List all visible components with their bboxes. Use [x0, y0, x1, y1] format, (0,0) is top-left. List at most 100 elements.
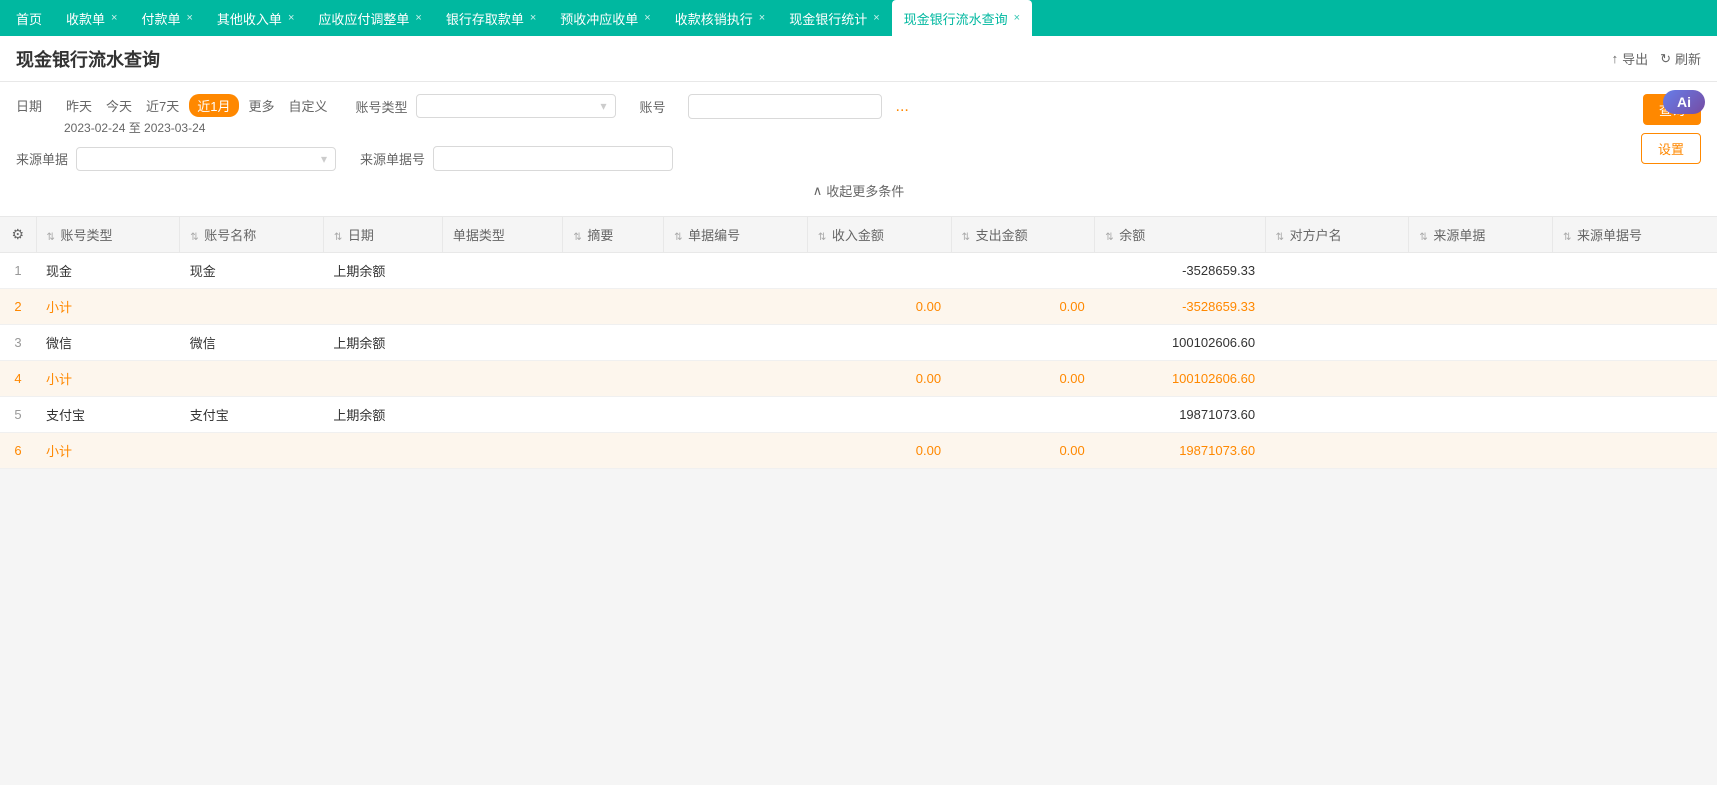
th-doc-type-label: 单据类型	[453, 228, 505, 243]
table-cell: 0.00	[807, 289, 951, 325]
table-row[interactable]: 1现金现金上期余额-3528659.33	[0, 253, 1717, 289]
account-type-select[interactable]: ▾	[416, 94, 616, 118]
nav-tab-3[interactable]: 应收应付调整单 ×	[306, 0, 433, 36]
table-container: ⚙ ⇅ 账号类型 ⇅ 账号名称 ⇅ 日期 单据类型 ⇅	[0, 217, 1717, 469]
nav-tab-5[interactable]: 预收冲应收单 ×	[548, 0, 662, 36]
table-cell: -3528659.33	[1095, 253, 1265, 289]
nav-tab-4[interactable]: 银行存取款单 ×	[434, 0, 548, 36]
table-cell	[1553, 433, 1717, 469]
table-cell: 支付宝	[180, 397, 324, 433]
nav-tab-close-2[interactable]: ×	[288, 12, 294, 24]
nav-tab-close-6[interactable]: ×	[759, 12, 765, 24]
th-summary[interactable]: ⇅ 摘要	[563, 217, 664, 253]
export-icon: ↑	[1612, 51, 1619, 66]
date-option-today[interactable]: 今天	[102, 94, 136, 117]
sort-icon-counterparty: ⇅	[1276, 232, 1284, 243]
refresh-button[interactable]: ↻ 刷新	[1660, 49, 1701, 68]
export-button[interactable]: ↑ 导出	[1612, 49, 1649, 68]
account-no-input[interactable]	[688, 94, 882, 119]
date-option-yesterday[interactable]: 昨天	[62, 94, 96, 117]
source-doc-chevron-icon: ▾	[321, 152, 327, 166]
table-row[interactable]: 3微信微信上期余额100102606.60	[0, 325, 1717, 361]
nav-tab-7[interactable]: 现金银行统计 ×	[777, 0, 891, 36]
th-settings[interactable]: ⚙	[0, 217, 36, 253]
date-option-custom[interactable]: 自定义	[285, 94, 332, 117]
nav-tab-close-5[interactable]: ×	[644, 12, 650, 24]
source-doc-no-input[interactable]	[433, 146, 673, 171]
date-option-1month[interactable]: 近1月	[189, 94, 238, 117]
th-doc-no[interactable]: ⇅ 单据编号	[664, 217, 808, 253]
th-expense-label: 支出金额	[976, 228, 1028, 243]
table-cell: 现金	[180, 253, 324, 289]
export-label: 导出	[1622, 49, 1648, 68]
table-cell	[442, 325, 563, 361]
nav-tab-label-7: 现金银行统计	[789, 9, 867, 28]
table-cell: 小计	[36, 289, 180, 325]
table-row[interactable]: 4小计0.000.00100102606.60	[0, 361, 1717, 397]
row-num: 6	[0, 433, 36, 469]
row-num: 5	[0, 397, 36, 433]
nav-tab-close-3[interactable]: ×	[415, 12, 421, 24]
table-row[interactable]: 6小计0.000.0019871073.60	[0, 433, 1717, 469]
collapse-button[interactable]: ∧ 收起更多条件	[813, 181, 905, 200]
date-range-display[interactable]: 2023-02-24 至 2023-03-24	[64, 119, 332, 136]
sort-icon-balance: ⇅	[1105, 232, 1113, 243]
row-num: 1	[0, 253, 36, 289]
table-cell	[1409, 253, 1553, 289]
table-row[interactable]: 5支付宝支付宝上期余额19871073.60	[0, 397, 1717, 433]
nav-tab-8[interactable]: 现金银行流水查询 ×	[892, 0, 1032, 36]
sort-icon-summary: ⇅	[573, 232, 581, 243]
account-no-dots-button[interactable]: ...	[890, 98, 915, 116]
gear-icon[interactable]: ⚙	[11, 226, 24, 242]
th-counterparty-label: 对方户名	[1290, 228, 1342, 243]
ai-button[interactable]: Ai	[1663, 90, 1705, 114]
th-source-doc-no[interactable]: ⇅ 来源单据号	[1553, 217, 1717, 253]
table-cell	[180, 289, 324, 325]
th-source-doc[interactable]: ⇅ 来源单据	[1409, 217, 1553, 253]
table-cell	[1265, 397, 1409, 433]
th-source-doc-label: 来源单据	[1433, 228, 1485, 243]
th-income[interactable]: ⇅ 收入金额	[807, 217, 951, 253]
th-expense[interactable]: ⇅ 支出金额	[951, 217, 1095, 253]
table-cell	[563, 325, 664, 361]
table-cell	[180, 433, 324, 469]
chevron-down-icon: ▾	[601, 99, 607, 113]
table-cell: 小计	[36, 433, 180, 469]
table-row[interactable]: 2小计0.000.00-3528659.33	[0, 289, 1717, 325]
nav-tab-6[interactable]: 收款核销执行 ×	[663, 0, 777, 36]
sort-icon-doc-no: ⇅	[674, 232, 682, 243]
table-cell: 19871073.60	[1095, 433, 1265, 469]
table-cell	[563, 397, 664, 433]
nav-tab-0[interactable]: 收款单 ×	[54, 0, 129, 36]
table-cell	[1409, 397, 1553, 433]
th-date[interactable]: ⇅ 日期	[323, 217, 442, 253]
nav-tab-close-7[interactable]: ×	[873, 12, 879, 24]
th-date-label: 日期	[348, 228, 374, 243]
table-cell	[664, 253, 808, 289]
nav-home[interactable]: 首页	[4, 0, 54, 36]
th-counterparty[interactable]: ⇅ 对方户名	[1265, 217, 1409, 253]
th-account-type[interactable]: ⇅ 账号类型	[36, 217, 180, 253]
date-option-more[interactable]: 更多	[245, 94, 279, 117]
nav-tab-1[interactable]: 付款单 ×	[129, 0, 204, 36]
nav-tab-close-8[interactable]: ×	[1014, 12, 1020, 24]
th-account-name[interactable]: ⇅ 账号名称	[180, 217, 324, 253]
table-cell: 微信	[180, 325, 324, 361]
nav-tab-close-1[interactable]: ×	[186, 12, 192, 24]
table-cell: 0.00	[807, 433, 951, 469]
nav-tab-2[interactable]: 其他收入单 ×	[205, 0, 306, 36]
sort-icon-date: ⇅	[334, 232, 342, 243]
nav-tab-close-0[interactable]: ×	[111, 12, 117, 24]
th-balance[interactable]: ⇅ 余额	[1095, 217, 1265, 253]
nav-tab-label-1: 付款单	[141, 9, 180, 28]
settings-button[interactable]: 设置	[1641, 133, 1701, 164]
table-cell	[323, 289, 442, 325]
table-cell	[563, 433, 664, 469]
nav-tab-close-4[interactable]: ×	[530, 12, 536, 24]
table-cell	[1409, 325, 1553, 361]
date-option-7days[interactable]: 近7天	[142, 94, 183, 117]
table-cell	[442, 289, 563, 325]
th-doc-type[interactable]: 单据类型	[442, 217, 563, 253]
source-doc-select[interactable]: ▾	[76, 147, 336, 171]
source-doc-no-label: 来源单据号	[360, 149, 425, 168]
